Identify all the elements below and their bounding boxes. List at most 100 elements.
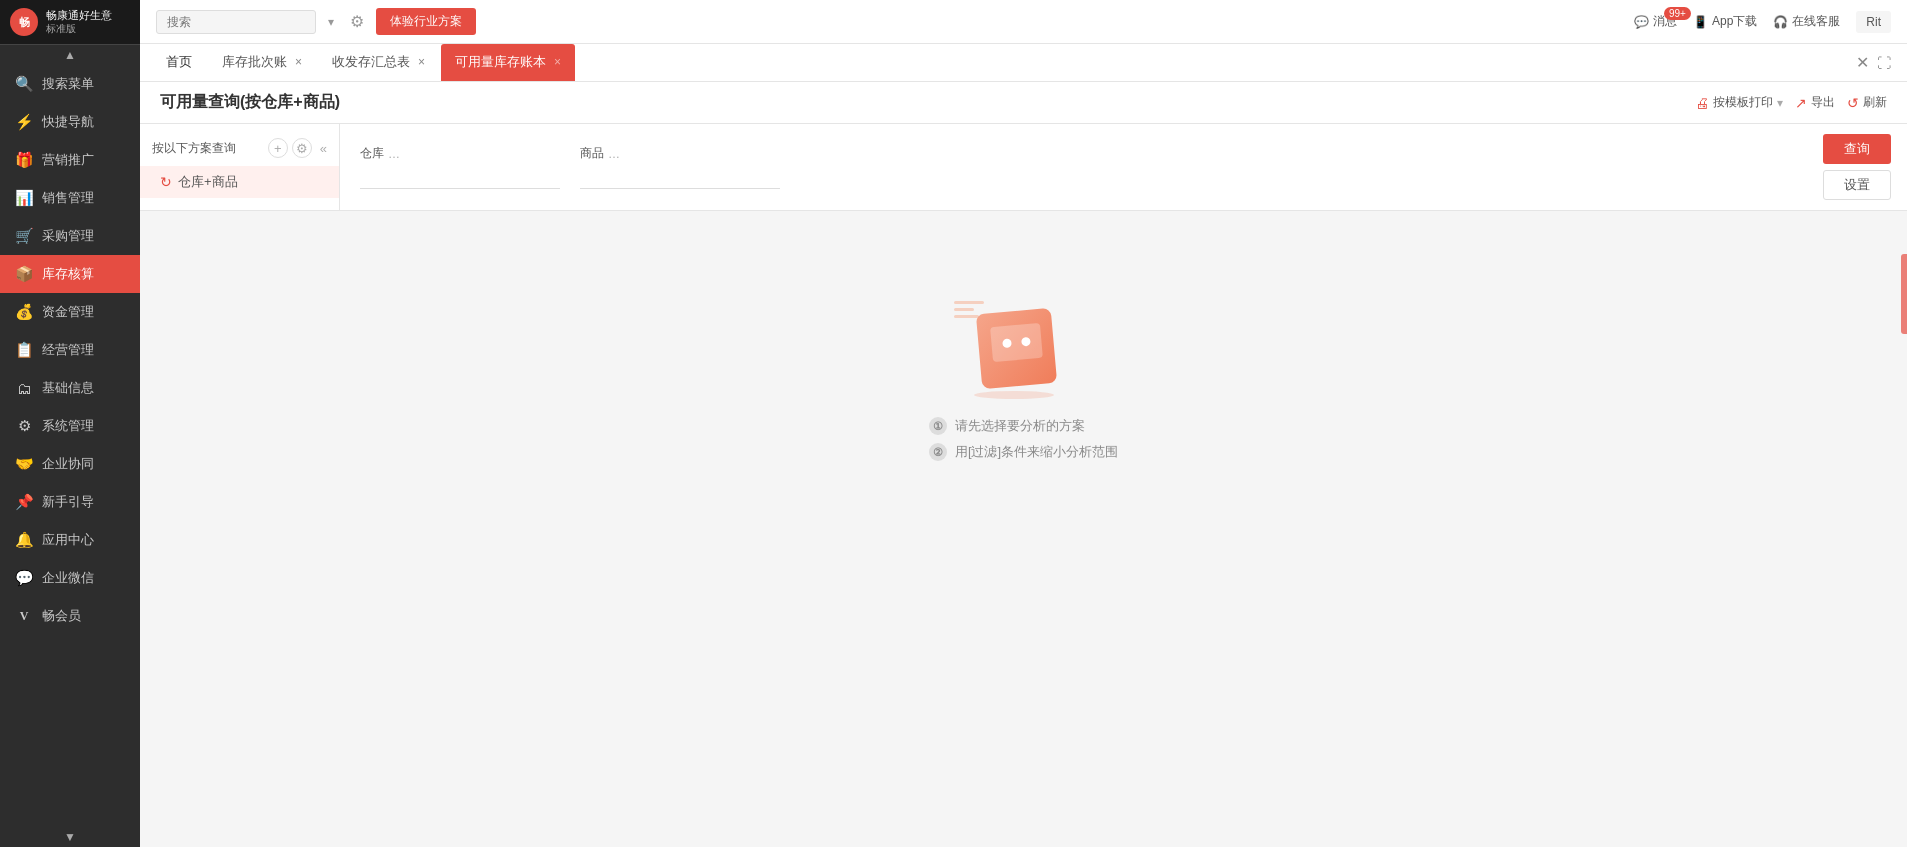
query-fields: 仓库 … 商品 … [340,124,1807,210]
sidebar-item-finance[interactable]: 💰 资金管理 [0,293,140,331]
sidebar-item-label: 营销推广 [42,151,94,169]
tab-batch[interactable]: 库存批次账 × [208,44,316,81]
sidebar-subtitle: 标准版 [46,22,112,36]
sidebar-item-label: 采购管理 [42,227,94,245]
product-input[interactable] [580,166,780,189]
tabbar: 首页 库存批次账 × 收发存汇总表 × 可用量库存账本 × ✕ ⛶ [140,44,1907,82]
inventory-icon: 📦 [14,265,34,283]
chevron-down-icon[interactable]: ▾ [328,15,334,29]
query-area: 按以下方案查询 + ⚙ « ↻ 仓库+商品 仓库 … [140,124,1907,211]
notice-badge: 99+ [1664,7,1691,20]
hint-num-1: ① [929,417,947,435]
search-button[interactable]: 查询 [1823,134,1891,164]
service-label: 在线客服 [1792,13,1840,30]
sidebar: 畅 畅康通好生意 标准版 ▲ 🔍 搜索菜单 ⚡ 快捷导航 🎁 营销推广 📊 销售… [0,0,140,847]
hint-num-2: ② [929,443,947,461]
query-settings-button[interactable]: 设置 [1823,170,1891,200]
sidebar-item-label: 搜索菜单 [42,75,94,93]
gift-icon: 🎁 [14,151,34,169]
product-more-icon[interactable]: … [608,147,620,161]
query-scheme-header: 按以下方案查询 + ⚙ « [140,134,339,166]
empty-state: ① 请先选择要分析的方案 ② 用[过滤]条件来缩小分析范围 [140,211,1907,541]
finance-icon: 💰 [14,303,34,321]
basic-icon: 🗂 [14,380,34,397]
shortcut-icon: ⚡ [14,113,34,131]
sidebar-item-newbie[interactable]: 📌 新手引导 [0,483,140,521]
tab-summary-close[interactable]: × [418,55,425,69]
scheme-item-warehouse-product[interactable]: ↻ 仓库+商品 [140,166,339,198]
app-download-button[interactable]: 📱 App下载 [1693,13,1757,30]
scheme-label: 按以下方案查询 [152,140,236,157]
page-actions: 🖨 按模板打印 ▾ ↗ 导出 ↺ 刷新 [1695,94,1887,111]
tab-summary-label: 收发存汇总表 [332,53,410,71]
sidebar-item-enterprise[interactable]: 🤝 企业协同 [0,445,140,483]
tab-available-close[interactable]: × [554,55,561,69]
tab-batch-label: 库存批次账 [222,53,287,71]
sidebar-item-wechat[interactable]: 💬 企业微信 [0,559,140,597]
sidebar-item-operations[interactable]: 📋 经营管理 [0,331,140,369]
sidebar-item-appstore[interactable]: 🔔 应用中心 [0,521,140,559]
appstore-icon: 🔔 [14,531,34,549]
tab-summary[interactable]: 收发存汇总表 × [318,44,439,81]
sidebar-item-system[interactable]: ⚙ 系统管理 [0,407,140,445]
sidebar-item-sales[interactable]: 📊 销售管理 [0,179,140,217]
hint-text-2: 用[过滤]条件来缩小分析范围 [955,443,1118,461]
tabbar-expand-button[interactable]: ⛶ [1877,55,1891,71]
refresh-label: 刷新 [1863,94,1887,111]
sidebar-item-label: 企业微信 [42,569,94,587]
tabbar-right: ✕ ⛶ [1856,44,1895,81]
empty-shadow [974,391,1054,399]
page-header: 可用量查询(按仓库+商品) 🖨 按模板打印 ▾ ↗ 导出 ↺ 刷新 [140,82,1907,124]
query-scheme: 按以下方案查询 + ⚙ « ↻ 仓库+商品 [140,124,340,210]
sidebar-item-label: 应用中心 [42,531,94,549]
sidebar-item-label: 快捷导航 [42,113,94,131]
notice-icon: 💬 [1634,15,1649,29]
refresh-button[interactable]: ↺ 刷新 [1847,94,1887,111]
empty-hints: ① 请先选择要分析的方案 ② 用[过滤]条件来缩小分析范围 [929,417,1118,461]
tabbar-close-button[interactable]: ✕ [1856,53,1869,72]
sidebar-item-purchase[interactable]: 🛒 采购管理 [0,217,140,255]
empty-hint-2: ② 用[过滤]条件来缩小分析范围 [929,443,1118,461]
tab-home-label: 首页 [166,53,192,71]
empty-eye-left [1001,338,1011,348]
scheme-collapse-icon[interactable]: « [320,141,327,156]
enterprise-icon: 🤝 [14,455,34,473]
operations-icon: 📋 [14,341,34,359]
sidebar-scroll-down[interactable]: ▼ [0,827,140,847]
sidebar-item-label: 销售管理 [42,189,94,207]
empty-hint-1: ① 请先选择要分析的方案 [929,417,1118,435]
wechat-icon: 💬 [14,569,34,587]
sidebar-scroll-up[interactable]: ▲ [0,45,140,65]
sidebar-item-basic[interactable]: 🗂 基础信息 [0,369,140,407]
print-label: 按模板打印 [1713,94,1773,111]
app-label: App下载 [1712,13,1757,30]
scheme-settings-button[interactable]: ⚙ [292,138,312,158]
industry-btn[interactable]: 体验行业方案 [376,8,476,35]
tab-available[interactable]: 可用量库存账本 × [441,44,575,81]
user-menu[interactable]: Rit [1856,11,1891,33]
scheme-add-button[interactable]: + [268,138,288,158]
tab-batch-close[interactable]: × [295,55,302,69]
gear-icon[interactable]: ⚙ [350,12,364,31]
print-button[interactable]: 🖨 按模板打印 ▾ [1695,94,1783,111]
product-field-label: 商品 … [580,145,780,162]
notice-button[interactable]: 💬 消息 99+ [1634,13,1677,30]
sidebar-item-shortcut[interactable]: ⚡ 快捷导航 [0,103,140,141]
print-icon: 🖨 [1695,95,1709,111]
page-title: 可用量查询(按仓库+商品) [160,92,340,113]
sidebar-item-search[interactable]: 🔍 搜索菜单 [0,65,140,103]
export-button[interactable]: ↗ 导出 [1795,94,1835,111]
tab-available-label: 可用量库存账本 [455,53,546,71]
newbie-icon: 📌 [14,493,34,511]
warehouse-input[interactable] [360,166,560,189]
sidebar-item-marketing[interactable]: 🎁 营销推广 [0,141,140,179]
warehouse-more-icon[interactable]: … [388,147,400,161]
search-input[interactable] [156,10,316,34]
sidebar-item-inventory[interactable]: 📦 库存核算 [0,255,140,293]
sidebar-item-label: 畅会员 [42,607,81,625]
scroll-indicator [1901,254,1907,334]
sidebar-item-member[interactable]: V 畅会员 [0,597,140,635]
sidebar-item-label: 库存核算 [42,265,94,283]
tab-home[interactable]: 首页 [152,44,206,81]
service-button[interactable]: 🎧 在线客服 [1773,13,1840,30]
